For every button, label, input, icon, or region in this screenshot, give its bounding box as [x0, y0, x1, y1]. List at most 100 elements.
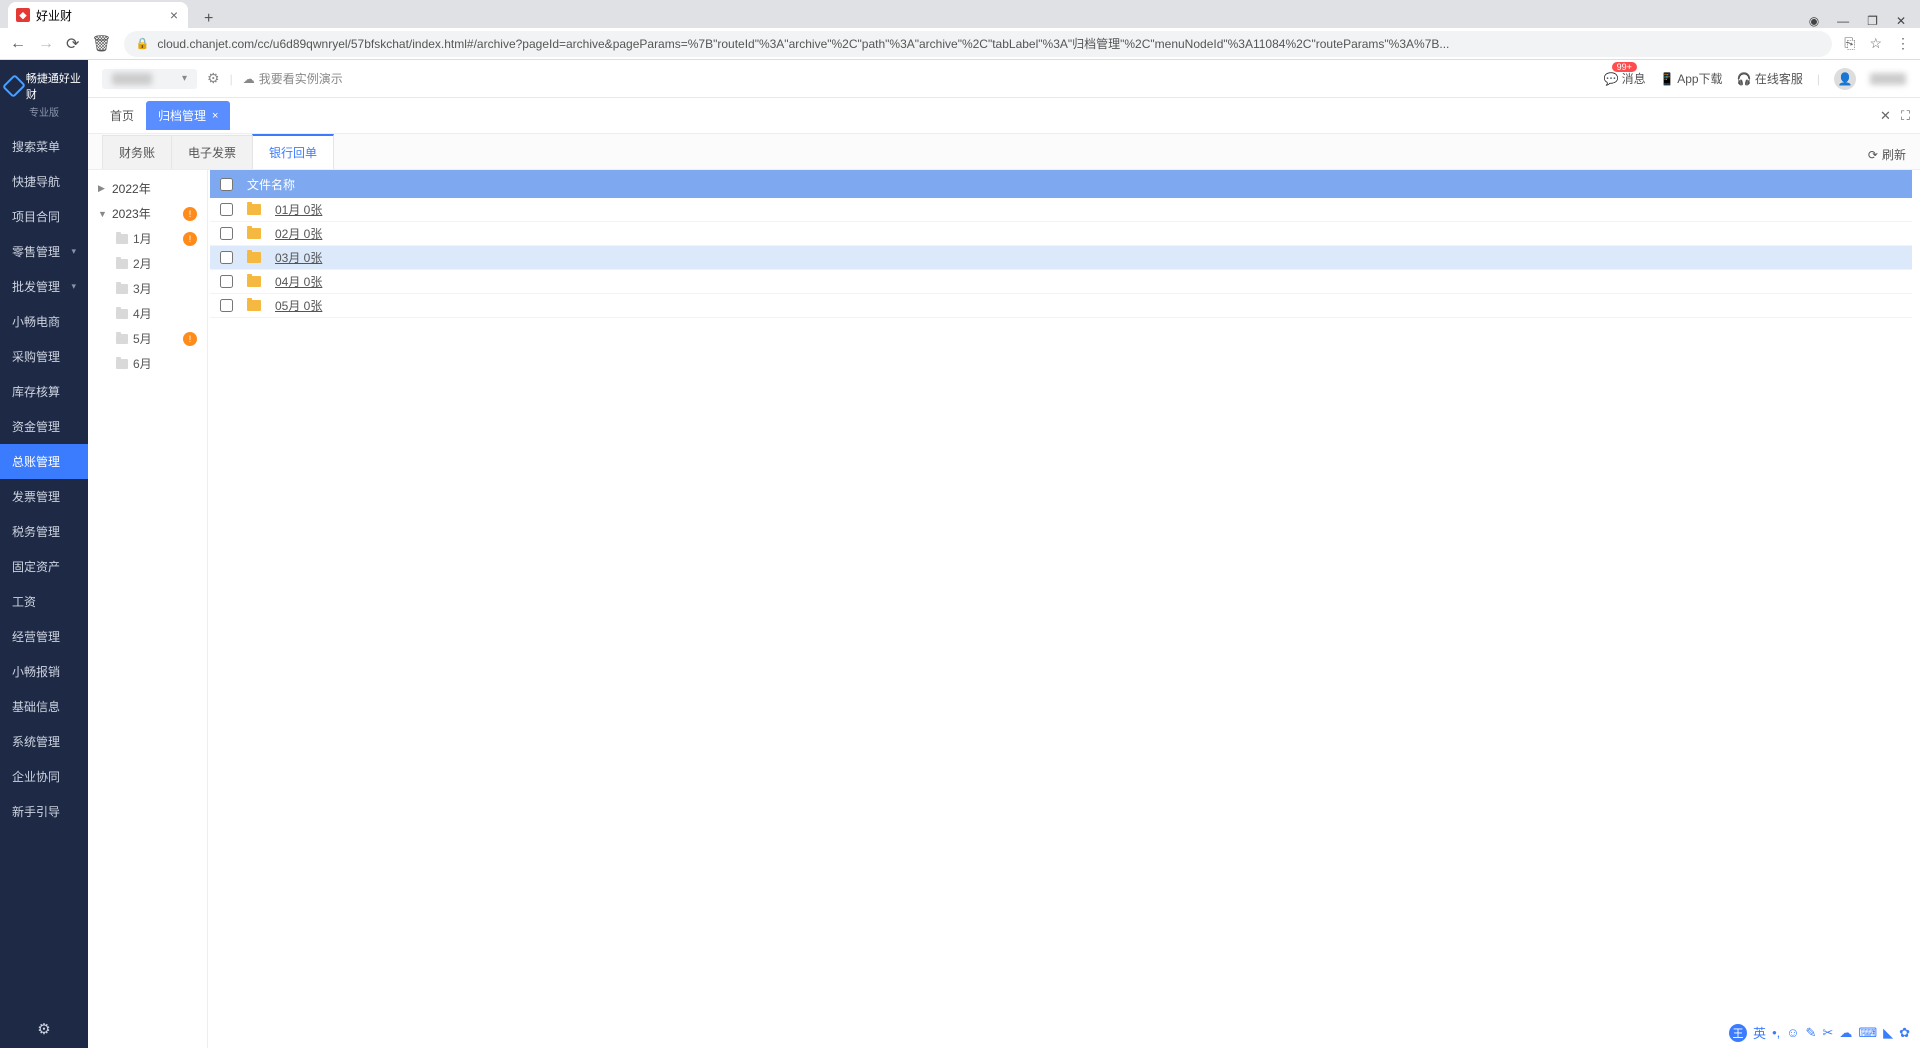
- ime-lang[interactable]: 英: [1753, 1023, 1766, 1042]
- sidebar-item-1[interactable]: 快捷导航: [0, 164, 88, 199]
- fullscreen-icon[interactable]: ⛶: [1901, 108, 1910, 124]
- sidebar-item-18[interactable]: 企业协同: [0, 759, 88, 794]
- sidebar-item-10[interactable]: 发票管理: [0, 479, 88, 514]
- sidebar-item-5[interactable]: 小畅电商: [0, 304, 88, 339]
- table-row[interactable]: 01月 0张: [210, 198, 1912, 222]
- ime-keyboard-icon[interactable]: ⌨: [1858, 1025, 1877, 1041]
- sidebar-item-4[interactable]: 批发管理▾: [0, 269, 88, 304]
- subtab-finance[interactable]: 财务账: [102, 135, 172, 169]
- table-row[interactable]: 05月 0张: [210, 294, 1912, 318]
- subtab-einvoice[interactable]: 电子发票: [171, 135, 253, 169]
- file-link[interactable]: 03月 0张: [275, 249, 322, 266]
- tree-month-0[interactable]: 1月!: [88, 226, 207, 251]
- sidebar-item-17[interactable]: 系统管理: [0, 724, 88, 759]
- file-link[interactable]: 02月 0张: [275, 225, 322, 242]
- ime-method-icon[interactable]: 王: [1729, 1024, 1747, 1042]
- reload-button[interactable]: ⟳: [66, 34, 79, 54]
- sidebar-item-13[interactable]: 工资: [0, 584, 88, 619]
- bookmark-star-icon[interactable]: ☆: [1869, 35, 1882, 52]
- ime-triangle-icon[interactable]: ◣: [1883, 1025, 1893, 1041]
- ime-punct-icon[interactable]: •,: [1772, 1025, 1780, 1040]
- url-box[interactable]: 🔒 cloud.chanjet.com/cc/u6d89qwnryel/57bf…: [124, 31, 1833, 57]
- row-checkbox[interactable]: [220, 299, 233, 312]
- folder-icon: [247, 300, 261, 311]
- tab-archive[interactable]: 归档管理 ×: [146, 101, 230, 130]
- tree-month-3[interactable]: 4月: [88, 301, 207, 326]
- sidebar-item-6[interactable]: 采购管理: [0, 339, 88, 374]
- forward-button[interactable]: →: [38, 35, 54, 53]
- sidebar-item-label: 总账管理: [12, 453, 60, 470]
- org-settings-icon[interactable]: ⚙: [207, 70, 220, 87]
- install-app-icon[interactable]: ⎘: [1844, 35, 1855, 52]
- alert-badge-icon: !: [183, 332, 197, 346]
- new-tab-button[interactable]: +: [198, 10, 219, 28]
- row-checkbox[interactable]: [220, 251, 233, 264]
- minimize-icon[interactable]: —: [1837, 14, 1849, 28]
- support-link[interactable]: 🎧 在线客服: [1737, 70, 1803, 87]
- row-checkbox[interactable]: [220, 203, 233, 216]
- refresh-icon: ⟳: [1868, 148, 1878, 162]
- tree-node-2023[interactable]: ▼ 2023年 !: [88, 201, 207, 226]
- back-button[interactable]: ←: [10, 35, 26, 53]
- tree-month-2[interactable]: 3月: [88, 276, 207, 301]
- sidebar-item-8[interactable]: 资金管理: [0, 409, 88, 444]
- sidebar-item-14[interactable]: 经营管理: [0, 619, 88, 654]
- sidebar-item-19[interactable]: 新手引导: [0, 794, 88, 829]
- sidebar-item-12[interactable]: 固定资产: [0, 549, 88, 584]
- tree-month-1[interactable]: 2月: [88, 251, 207, 276]
- ime-cloud-icon[interactable]: ☁: [1839, 1025, 1852, 1041]
- chat-icon: 💬: [1604, 72, 1619, 86]
- sidebar-item-7[interactable]: 库存核算: [0, 374, 88, 409]
- table-row[interactable]: 02月 0张: [210, 222, 1912, 246]
- tab-close-icon[interactable]: ×: [212, 110, 218, 122]
- avatar[interactable]: 👤: [1834, 68, 1856, 90]
- trash-icon[interactable]: 🗑: [91, 34, 111, 54]
- file-link[interactable]: 05月 0张: [275, 297, 322, 314]
- org-selector[interactable]: ▾: [102, 69, 197, 89]
- tree-month-4[interactable]: 5月!: [88, 326, 207, 351]
- maximize-icon[interactable]: ❐: [1867, 14, 1878, 28]
- subtab-bank[interactable]: 银行回单: [252, 134, 334, 169]
- sidebar-item-2[interactable]: 项目合同: [0, 199, 88, 234]
- browser-tab[interactable]: ◆ 好业财 ×: [8, 2, 188, 28]
- sidebar-item-16[interactable]: 基础信息: [0, 689, 88, 724]
- file-link[interactable]: 04月 0张: [275, 273, 322, 290]
- sidebar-item-3[interactable]: 零售管理▾: [0, 234, 88, 269]
- sidebar-item-label: 固定资产: [12, 558, 60, 575]
- tree-node-2022[interactable]: ▶ 2022年: [88, 176, 207, 201]
- table-row[interactable]: 04月 0张: [210, 270, 1912, 294]
- messages-button[interactable]: 💬 消息 99+: [1604, 70, 1646, 87]
- file-link[interactable]: 01月 0张: [275, 201, 322, 218]
- tab-close-icon[interactable]: ×: [170, 7, 178, 23]
- demo-link[interactable]: ☁ 我要看实例演示: [243, 70, 343, 87]
- account-icon[interactable]: ◉: [1809, 14, 1819, 28]
- sidebar-item-label: 经营管理: [12, 628, 60, 645]
- tab-home[interactable]: 首页: [98, 101, 146, 130]
- sidebar-item-label: 资金管理: [12, 418, 60, 435]
- kebab-menu-icon[interactable]: ⋮: [1896, 35, 1910, 52]
- sidebar-item-0[interactable]: 搜索菜单: [0, 129, 88, 164]
- close-window-icon[interactable]: ✕: [1896, 14, 1906, 28]
- close-all-tabs-icon[interactable]: ✕: [1880, 108, 1891, 124]
- ime-gear-icon[interactable]: ✿: [1899, 1025, 1910, 1041]
- refresh-button[interactable]: ⟳ 刷新: [1868, 146, 1906, 169]
- select-all-checkbox[interactable]: [220, 178, 233, 191]
- row-checkbox[interactable]: [220, 275, 233, 288]
- browser-tab-bar: ◆ 好业财 × + ◉ — ❐ ✕: [0, 0, 1920, 28]
- tree-month-5[interactable]: 6月: [88, 351, 207, 376]
- ime-edit-icon[interactable]: ✎: [1806, 1025, 1817, 1041]
- ime-mic-icon[interactable]: ✂: [1822, 1025, 1833, 1041]
- ime-emoji-icon[interactable]: ☺: [1786, 1025, 1799, 1040]
- table-row[interactable]: 03月 0张: [210, 246, 1912, 270]
- app-download-link[interactable]: 📱 App下载: [1660, 70, 1723, 87]
- sidebar-item-11[interactable]: 税务管理: [0, 514, 88, 549]
- sidebar-item-9[interactable]: 总账管理: [0, 444, 88, 479]
- topbar: ▾ ⚙ | ☁ 我要看实例演示 💬 消息 99+ 📱 App下载 🎧 在线客服 …: [88, 60, 1920, 98]
- sidebar-item-label: 小畅电商: [12, 313, 60, 330]
- folder-icon: [116, 334, 128, 344]
- row-checkbox[interactable]: [220, 227, 233, 240]
- settings-gear-icon[interactable]: ⚙: [0, 1010, 88, 1048]
- sidebar-item-label: 税务管理: [12, 523, 60, 540]
- sidebar-item-label: 发票管理: [12, 488, 60, 505]
- sidebar-item-15[interactable]: 小畅报销: [0, 654, 88, 689]
